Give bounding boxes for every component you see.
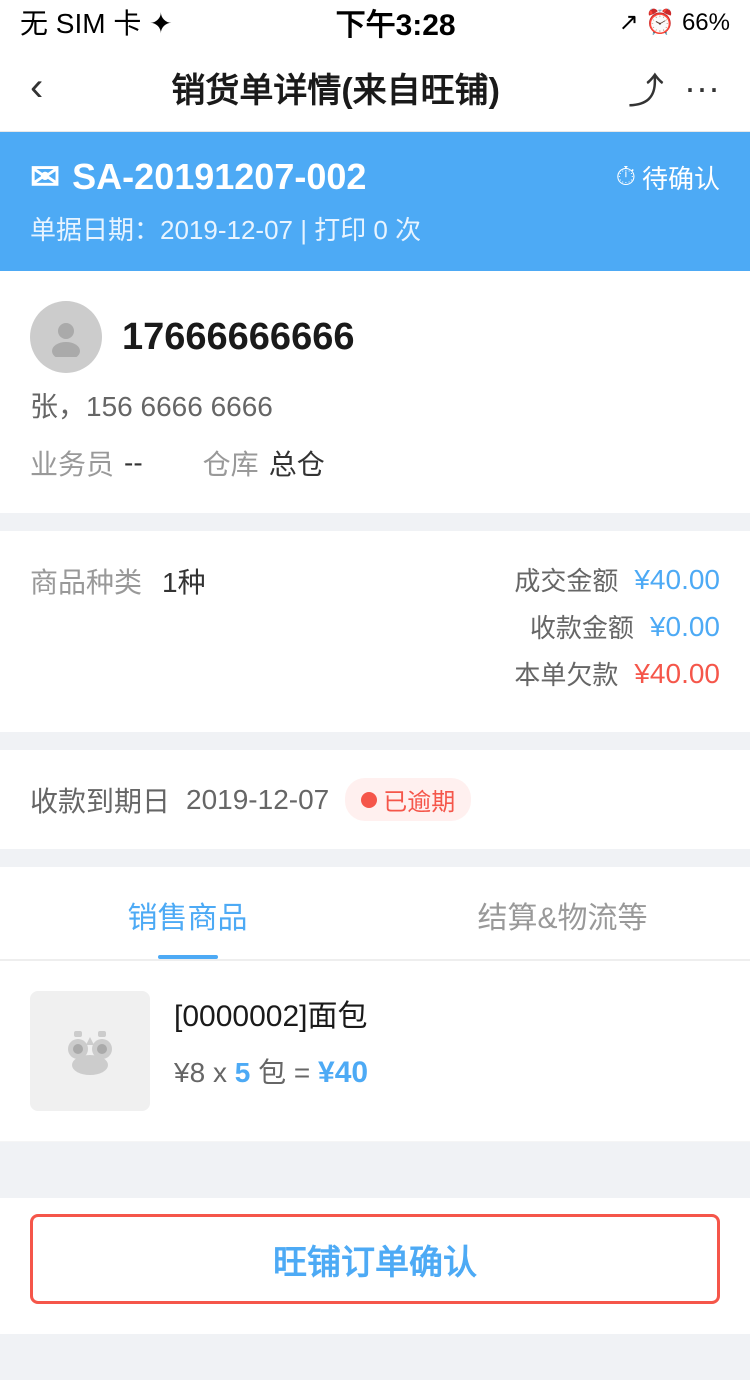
multiply-sign: x — [213, 1057, 235, 1088]
transaction-amount-label: 成交金额 — [514, 561, 618, 598]
order-id-text: SA-20191207-002 — [72, 156, 366, 198]
overdue-badge: 已逾期 — [345, 778, 471, 821]
confirm-button-label: 旺铺订单确认 — [273, 1235, 477, 1284]
equals-sign: = — [294, 1057, 318, 1088]
salesperson-field: 业务员 -- — [30, 443, 143, 483]
tabs-bar: 销售商品 结算&物流等 — [0, 867, 750, 961]
customer-phone: 17666666666 — [122, 316, 354, 359]
avatar — [30, 301, 102, 373]
status-right: ↗ ⏰ 66% — [619, 8, 730, 37]
summary-card: 商品种类 1种 成交金额 ¥40.00 收款金额 ¥0.00 本单欠款 ¥40.… — [0, 531, 750, 732]
tab-settlement[interactable]: 结算&物流等 — [375, 867, 750, 959]
sim-status: 无 SIM 卡 ✦ — [20, 2, 173, 42]
product-unit: 包 — [258, 1057, 286, 1088]
salesperson-value: -- — [124, 447, 143, 479]
product-total: ¥40 — [318, 1056, 368, 1089]
warehouse-field: 仓库 总仓 — [203, 443, 325, 483]
order-status: ⏱ 待确认 — [616, 159, 720, 196]
order-icon: ✉ — [30, 156, 60, 198]
due-date-value: 2019-12-07 — [186, 784, 329, 816]
received-amount-value: ¥0.00 — [650, 611, 720, 643]
owed-amount-label: 本单欠款 — [514, 655, 618, 692]
customer-card: 17666666666 张，156 6666 6666 业务员 -- 仓库 总仓 — [0, 271, 750, 513]
status-time: 下午3:28 — [336, 0, 456, 44]
due-date-card: 收款到期日 2019-12-07 已逾期 — [0, 750, 750, 849]
status-bar: 无 SIM 卡 ✦ 下午3:28 ↗ ⏰ 66% — [0, 0, 750, 44]
transaction-amount-value: ¥40.00 — [634, 564, 720, 596]
tab-products-label: 销售商品 — [128, 902, 248, 935]
nav-actions: ⤴ ··· — [628, 62, 720, 114]
product-info: [0000002]面包 ¥8 x 5 包 = ¥40 — [174, 991, 720, 1091]
product-type-section: 商品种类 1种 — [30, 561, 206, 601]
product-thumbnail — [30, 991, 150, 1111]
confirm-button-wrap: 旺铺订单确认 — [0, 1198, 750, 1334]
product-price: ¥8 — [174, 1057, 205, 1088]
order-meta: 单据日期：2019-12-07 | 打印 0 次 — [30, 210, 720, 247]
owed-amount-value: ¥40.00 — [634, 658, 720, 690]
tab-products[interactable]: 销售商品 — [0, 867, 375, 959]
overdue-dot-icon — [361, 792, 377, 808]
customer-name: 张，156 6666 6666 — [30, 385, 720, 425]
warehouse-label: 仓库 — [203, 443, 259, 483]
more-button[interactable]: ··· — [684, 67, 720, 109]
amounts-section: 成交金额 ¥40.00 收款金额 ¥0.00 本单欠款 ¥40.00 — [514, 561, 720, 702]
customer-details: 业务员 -- 仓库 总仓 — [30, 443, 720, 483]
order-status-text: 待确认 — [642, 159, 720, 196]
owed-amount-row: 本单欠款 ¥40.00 — [514, 655, 720, 692]
product-list: [0000002]面包 ¥8 x 5 包 = ¥40 — [0, 961, 750, 1142]
nav-bar: ‹ 销货单详情(来自旺铺) ⤴ ··· — [0, 44, 750, 132]
back-button[interactable]: ‹ — [30, 65, 43, 110]
product-type-label: 商品种类 — [30, 561, 142, 601]
order-header-banner: ✉ SA-20191207-002 ⏱ 待确认 单据日期：2019-12-07 … — [0, 132, 750, 271]
product-type-value: 1种 — [162, 561, 206, 601]
product-name: [0000002]面包 — [174, 991, 720, 1035]
order-id: ✉ SA-20191207-002 — [30, 156, 366, 198]
overdue-text: 已逾期 — [383, 782, 455, 817]
tab-settlement-label: 结算&物流等 — [477, 902, 647, 935]
received-amount-label: 收款金额 — [530, 608, 634, 645]
status-icons: ↗ ⏰ 66% — [619, 8, 730, 37]
product-price-row: ¥8 x 5 包 = ¥40 — [174, 1051, 720, 1091]
transaction-amount-row: 成交金额 ¥40.00 — [514, 561, 720, 598]
received-amount-row: 收款金额 ¥0.00 — [514, 608, 720, 645]
salesperson-label: 业务员 — [30, 443, 114, 483]
due-date-label: 收款到期日 — [30, 780, 170, 820]
status-clock-icon: ⏱ — [616, 161, 636, 193]
warehouse-value: 总仓 — [269, 443, 325, 483]
share-button[interactable]: ⤴ — [628, 62, 664, 114]
page-title: 销货单详情(来自旺铺) — [171, 63, 500, 112]
status-left: 无 SIM 卡 ✦ — [20, 2, 173, 42]
product-qty: 5 — [235, 1057, 251, 1088]
confirm-button[interactable]: 旺铺订单确认 — [30, 1214, 720, 1304]
product-item: [0000002]面包 ¥8 x 5 包 = ¥40 — [0, 961, 750, 1142]
